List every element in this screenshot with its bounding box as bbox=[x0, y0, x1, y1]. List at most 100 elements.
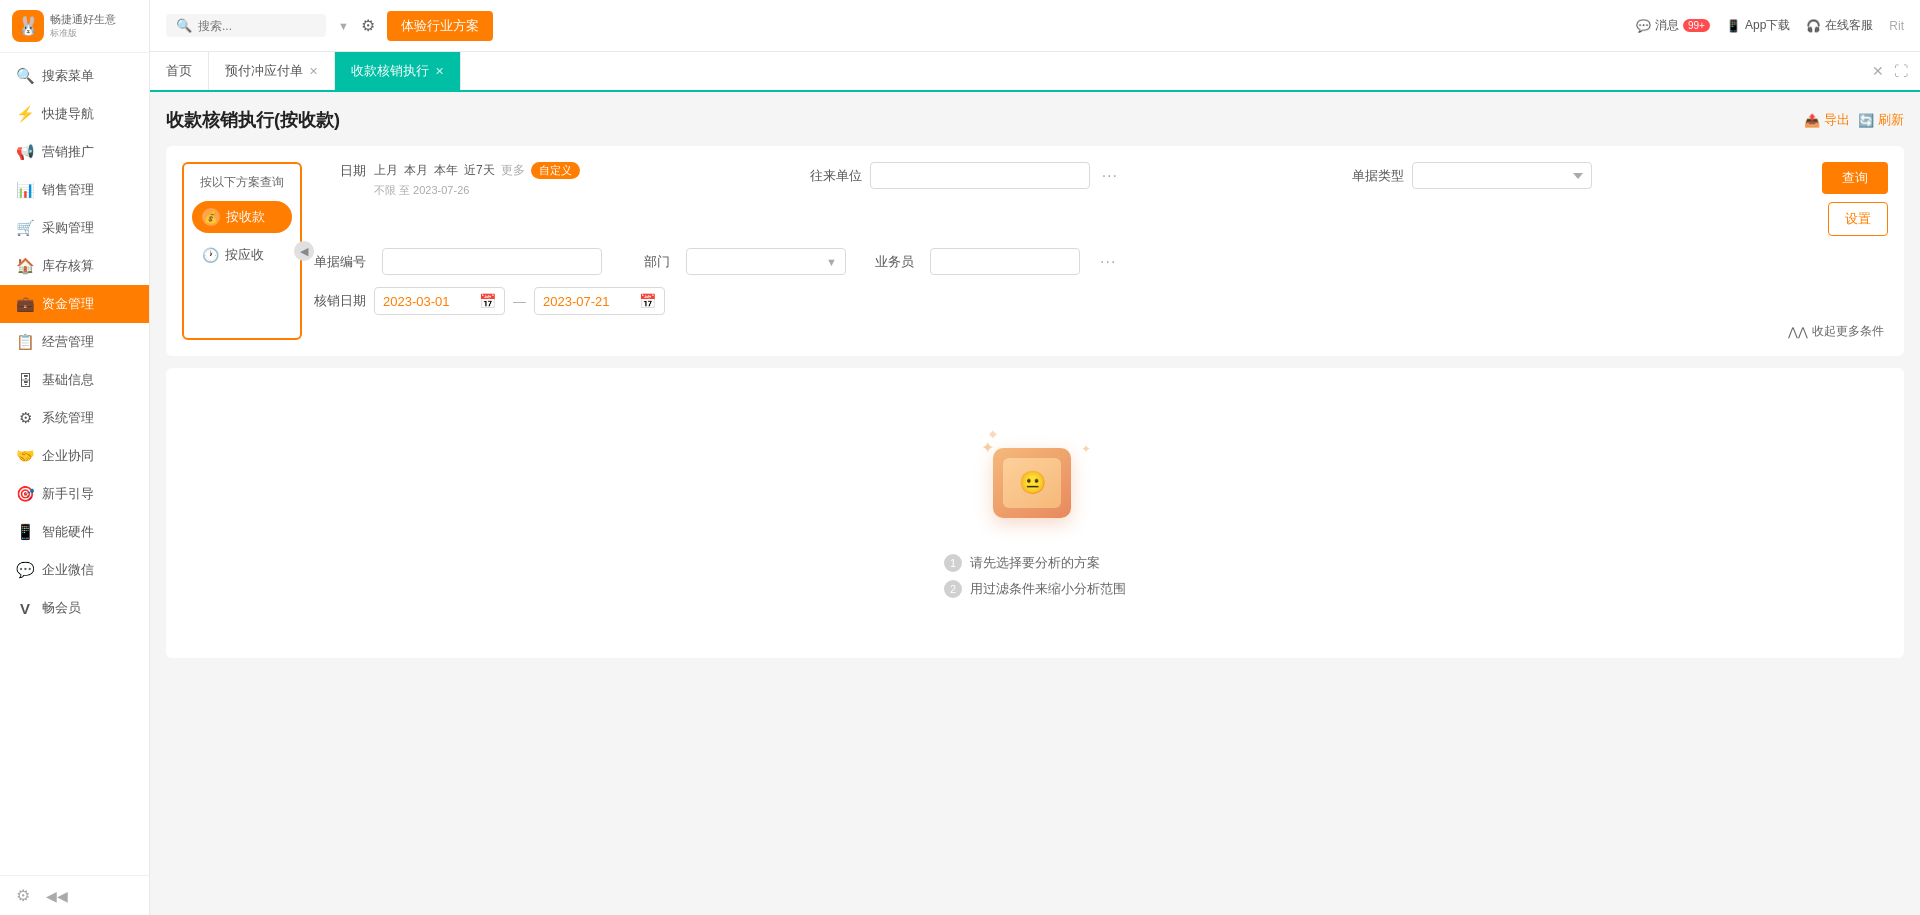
verify-date-start-cal-icon[interactable]: 📅 bbox=[479, 293, 496, 309]
wechat-icon: 💬 bbox=[16, 561, 34, 579]
filter-sidebar-collapse[interactable]: ◀ bbox=[294, 241, 314, 261]
verify-date-label: 核销日期 bbox=[314, 292, 366, 310]
partner-input[interactable] bbox=[870, 162, 1090, 189]
purchase-icon: 🛒 bbox=[16, 219, 34, 237]
sidebar-label-operation: 经营管理 bbox=[42, 333, 94, 351]
settings-button[interactable]: 设置 bbox=[1828, 202, 1888, 236]
tab-prepay-close[interactable]: ✕ bbox=[309, 65, 318, 78]
sidebar-label-marketing: 营销推广 bbox=[42, 143, 94, 161]
industry-solution-button[interactable]: 体验行业方案 bbox=[387, 11, 493, 41]
dept-select[interactable] bbox=[695, 254, 820, 269]
guide-icon: 🎯 bbox=[16, 485, 34, 503]
page-header: 收款核销执行(按收款) 📤 导出 🔄 刷新 bbox=[166, 108, 1904, 132]
collapse-sidebar-button[interactable]: ◀◀ bbox=[46, 888, 68, 904]
date-this-year[interactable]: 本年 bbox=[434, 162, 458, 179]
app-download-button[interactable]: 📱 App下载 bbox=[1726, 17, 1790, 34]
filter-sidebar-title: 按以下方案查询 bbox=[192, 174, 292, 191]
hint-text-2: 用过滤条件来缩小分析范围 bbox=[970, 580, 1126, 598]
date-custom-badge[interactable]: 自定义 bbox=[531, 162, 580, 179]
sidebar-item-purchase[interactable]: 🛒 采购管理 bbox=[0, 209, 149, 247]
sidebar-item-system[interactable]: ⚙ 系统管理 bbox=[0, 399, 149, 437]
logo-icon: 🐰 bbox=[12, 10, 44, 42]
empty-spark-right: ✦ bbox=[1081, 442, 1091, 456]
refresh-button[interactable]: 🔄 刷新 bbox=[1858, 111, 1904, 129]
date-last-7-days[interactable]: 近7天 bbox=[464, 162, 495, 179]
staff-input[interactable] bbox=[930, 248, 1080, 275]
date-this-month[interactable]: 本月 bbox=[404, 162, 428, 179]
sidebar-label-member: 畅会员 bbox=[42, 599, 81, 617]
tab-expand-icon[interactable]: ⛶ bbox=[1894, 63, 1908, 79]
export-label: 导出 bbox=[1824, 111, 1850, 129]
tabbar-spacer bbox=[461, 52, 1860, 90]
filter-scheme-sidebar: 按以下方案查询 💰 按收款 🕐 按应收 ◀ bbox=[182, 162, 302, 340]
doc-no-input[interactable] bbox=[382, 248, 602, 275]
query-button[interactable]: 查询 bbox=[1822, 162, 1888, 194]
receivable-icon: 🕐 bbox=[202, 247, 219, 263]
sidebar-label-wechat: 企业微信 bbox=[42, 561, 94, 579]
verify-date-end-cal-icon[interactable]: 📅 bbox=[639, 293, 656, 309]
filter-option-by-receipt[interactable]: 💰 按收款 bbox=[192, 201, 292, 233]
settings-icon[interactable]: ⚙ bbox=[16, 886, 30, 905]
export-button[interactable]: 📤 导出 bbox=[1804, 111, 1850, 129]
message-button[interactable]: 💬 消息 99+ bbox=[1636, 17, 1710, 34]
sidebar-item-wechat[interactable]: 💬 企业微信 bbox=[0, 551, 149, 589]
tabbar: 首页 预付冲应付单 ✕ 收款核销执行 ✕ ✕ ⛶ bbox=[150, 52, 1920, 92]
sidebar-item-basic[interactable]: 🗄 基础信息 bbox=[0, 361, 149, 399]
topbar-search-input[interactable] bbox=[198, 19, 316, 33]
doc-type-select[interactable] bbox=[1412, 162, 1592, 189]
sidebar-item-guide[interactable]: 🎯 新手引导 bbox=[0, 475, 149, 513]
sidebar-item-sales[interactable]: 📊 销售管理 bbox=[0, 171, 149, 209]
date-last-month[interactable]: 上月 bbox=[374, 162, 398, 179]
sidebar-label-hardware: 智能硬件 bbox=[42, 523, 94, 541]
sidebar-label-sales: 销售管理 bbox=[42, 181, 94, 199]
sidebar: 🐰 畅捷通好生意 标准版 🔍 搜索菜单 ⚡ 快捷导航 📢 营销推广 📊 销售管理… bbox=[0, 0, 150, 915]
sidebar-item-hardware[interactable]: 📱 智能硬件 bbox=[0, 513, 149, 551]
hint-num-1: 1 bbox=[944, 554, 962, 572]
sidebar-item-search[interactable]: 🔍 搜索菜单 bbox=[0, 57, 149, 95]
hint-num-2: 2 bbox=[944, 580, 962, 598]
empty-illustration: 😐 ✦ ✦ ◆ bbox=[975, 428, 1095, 538]
refresh-icon: 🔄 bbox=[1858, 113, 1874, 128]
sidebar-item-marketing[interactable]: 📢 营销推广 bbox=[0, 133, 149, 171]
sidebar-item-operation[interactable]: 📋 经营管理 bbox=[0, 323, 149, 361]
online-service-button[interactable]: 🎧 在线客服 bbox=[1806, 17, 1873, 34]
date-hint: 不限 至 2023-07-26 bbox=[374, 183, 580, 198]
sidebar-item-inventory[interactable]: 🏠 库存核算 bbox=[0, 247, 149, 285]
marketing-icon: 📢 bbox=[16, 143, 34, 161]
staff-dots-btn[interactable]: ··· bbox=[1096, 253, 1120, 271]
user-name[interactable]: Rit bbox=[1889, 19, 1904, 33]
date-shortcuts: 上月 本月 本年 近7天 更多 自定义 bbox=[374, 162, 580, 179]
tab-verify[interactable]: 收款核销执行 ✕ bbox=[335, 52, 461, 90]
quicknav-icon: ⚡ bbox=[16, 105, 34, 123]
online-service-label: 在线客服 bbox=[1825, 17, 1873, 34]
topbar-gear-icon[interactable]: ⚙ bbox=[361, 16, 375, 35]
finance-icon: 💼 bbox=[16, 295, 34, 313]
tabbar-icons: ✕ ⛶ bbox=[1860, 52, 1920, 90]
filter-option-by-receivable[interactable]: 🕐 按应收 bbox=[192, 239, 292, 271]
sidebar-nav: 🔍 搜索菜单 ⚡ 快捷导航 📢 营销推广 📊 销售管理 🛒 采购管理 🏠 库存核… bbox=[0, 53, 149, 875]
tab-close-all-icon[interactable]: ✕ bbox=[1872, 63, 1884, 79]
empty-face: 😐 bbox=[1003, 458, 1061, 508]
receivable-label: 按应收 bbox=[225, 246, 264, 264]
sidebar-label-system: 系统管理 bbox=[42, 409, 94, 427]
app-download-label: App下载 bbox=[1745, 17, 1790, 34]
topbar-search-box[interactable]: 🔍 bbox=[166, 14, 326, 37]
collapse-more-button[interactable]: ⋀⋀ 收起更多条件 bbox=[1788, 323, 1888, 340]
verify-date-end-input[interactable] bbox=[543, 294, 633, 309]
sidebar-item-collab[interactable]: 🤝 企业协同 bbox=[0, 437, 149, 475]
basic-icon: 🗄 bbox=[16, 372, 34, 389]
sidebar-label-inventory: 库存核算 bbox=[42, 257, 94, 275]
message-badge: 99+ bbox=[1683, 19, 1710, 32]
app-badge: 标准版 bbox=[50, 27, 116, 40]
tab-verify-close[interactable]: ✕ bbox=[435, 65, 444, 78]
date-more[interactable]: 更多 bbox=[501, 162, 525, 179]
tab-prepay[interactable]: 预付冲应付单 ✕ bbox=[209, 52, 335, 90]
tab-home[interactable]: 首页 bbox=[150, 52, 209, 90]
sidebar-item-member[interactable]: V 畅会员 bbox=[0, 589, 149, 627]
partner-dots-btn[interactable]: ··· bbox=[1098, 167, 1122, 185]
system-icon: ⚙ bbox=[16, 409, 34, 427]
sidebar-item-finance[interactable]: 💼 资金管理 bbox=[0, 285, 149, 323]
sidebar-item-quicknav[interactable]: ⚡ 快捷导航 bbox=[0, 95, 149, 133]
sales-icon: 📊 bbox=[16, 181, 34, 199]
verify-date-start-input[interactable] bbox=[383, 294, 473, 309]
